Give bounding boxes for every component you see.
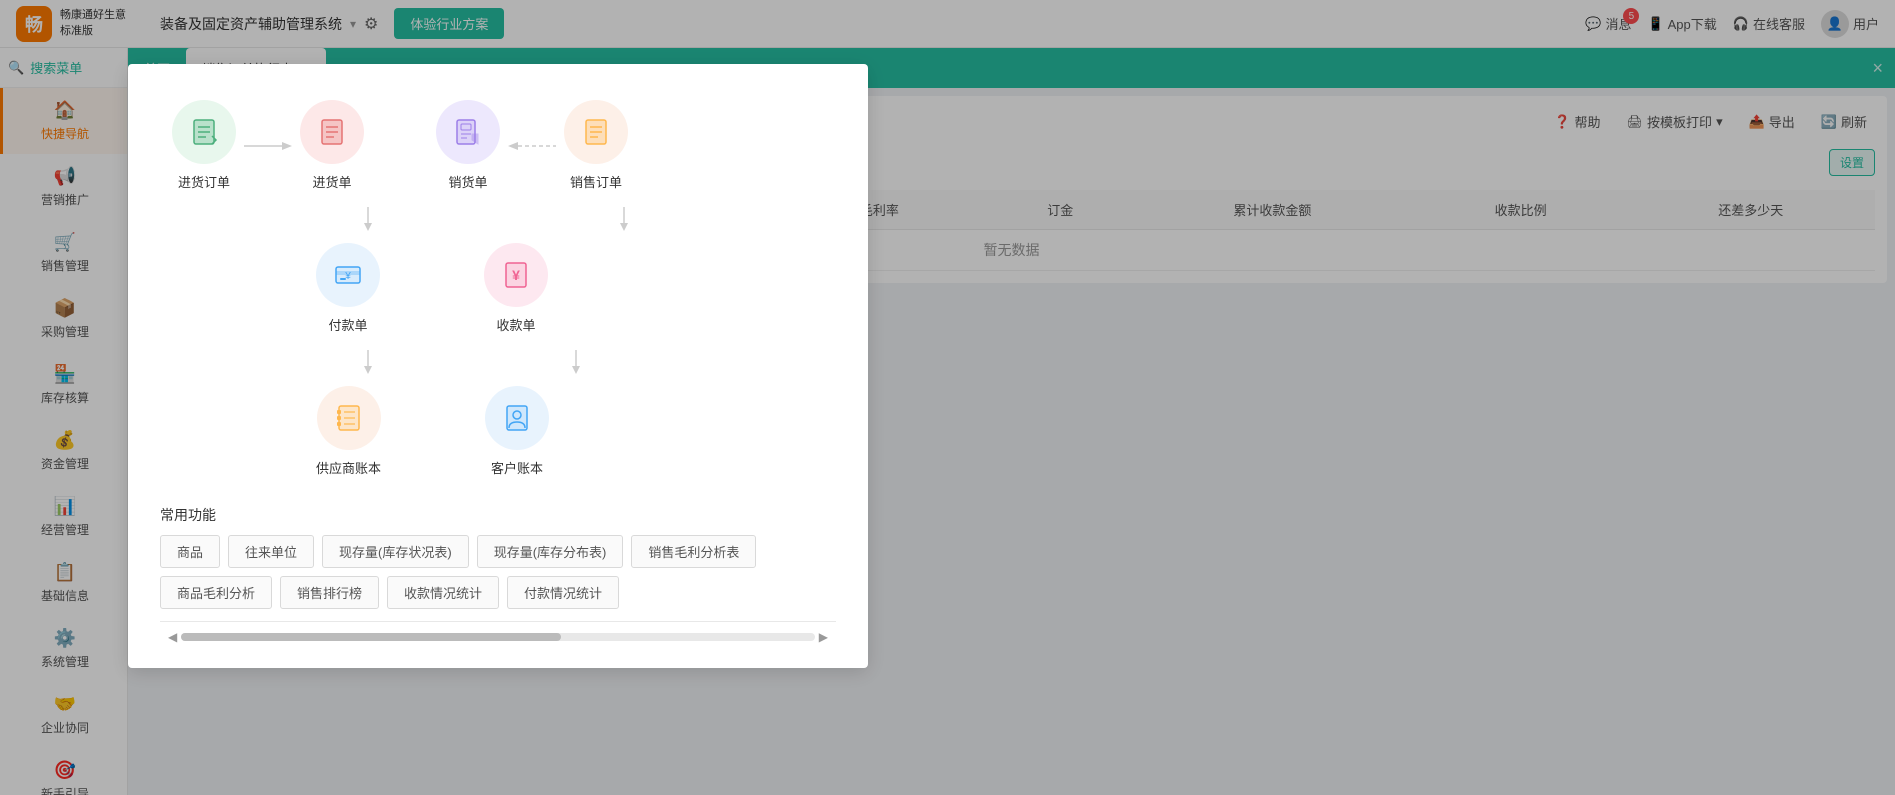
purchase-order-icon bbox=[172, 100, 236, 164]
func-btn-5[interactable]: 商品毛利分析 bbox=[160, 576, 272, 609]
flow-node-purchase-order[interactable]: 进货订单 bbox=[160, 88, 248, 203]
func-btn-8[interactable]: 付款情况统计 bbox=[507, 576, 619, 609]
common-func-title: 常用功能 bbox=[160, 505, 836, 525]
supplier-ledger-icon bbox=[317, 386, 381, 450]
scrollbar-area: ◀ ▶ bbox=[160, 621, 836, 652]
scroll-left-arrow[interactable]: ◀ bbox=[168, 630, 177, 644]
flow-node-receipt[interactable]: ¥ 收款单 bbox=[472, 231, 560, 346]
func-btn-4[interactable]: 销售毛利分析表 bbox=[631, 535, 756, 568]
func-btn-3[interactable]: 现存量(库存分布表) bbox=[477, 535, 624, 568]
flow-node-customer-ledger[interactable]: 客户账本 bbox=[473, 374, 561, 489]
flow-node-purchase-bill[interactable]: 进货单 bbox=[288, 88, 376, 203]
scroll-track[interactable] bbox=[181, 633, 815, 641]
scroll-right-arrow[interactable]: ▶ bbox=[819, 630, 828, 644]
payment-icon: ¥ bbox=[316, 243, 380, 307]
flow-node-payment[interactable]: ¥ 付款单 bbox=[304, 231, 392, 346]
svg-text:¥: ¥ bbox=[512, 267, 520, 283]
func-buttons: 商品往来单位现存量(库存状况表)现存量(库存分布表)销售毛利分析表商品毛利分析销… bbox=[160, 535, 836, 609]
flow-node-sale-order[interactable]: 销售订单 bbox=[552, 88, 640, 203]
func-btn-1[interactable]: 往来单位 bbox=[228, 535, 314, 568]
customer-ledger-icon bbox=[485, 386, 549, 450]
overlay[interactable]: 进货订单 进货单 bbox=[0, 0, 1895, 795]
receipt-icon: ¥ bbox=[484, 243, 548, 307]
flow-panel: 进货订单 进货单 bbox=[128, 64, 868, 668]
common-func-section: 常用功能 商品往来单位现存量(库存状况表)现存量(库存分布表)销售毛利分析表商品… bbox=[160, 505, 836, 609]
flow-node-supplier-ledger[interactable]: 供应商账本 bbox=[304, 374, 393, 489]
sale-bill-icon bbox=[436, 100, 500, 164]
func-btn-6[interactable]: 销售排行榜 bbox=[280, 576, 379, 609]
flow-node-sale-bill[interactable]: 销货单 bbox=[424, 88, 512, 203]
func-btn-0[interactable]: 商品 bbox=[160, 535, 220, 568]
sale-order-icon bbox=[564, 100, 628, 164]
purchase-bill-icon bbox=[300, 100, 364, 164]
func-btn-2[interactable]: 现存量(库存状况表) bbox=[322, 535, 469, 568]
svg-text:¥: ¥ bbox=[344, 271, 351, 282]
func-btn-7[interactable]: 收款情况统计 bbox=[387, 576, 499, 609]
scroll-thumb[interactable] bbox=[181, 633, 561, 641]
